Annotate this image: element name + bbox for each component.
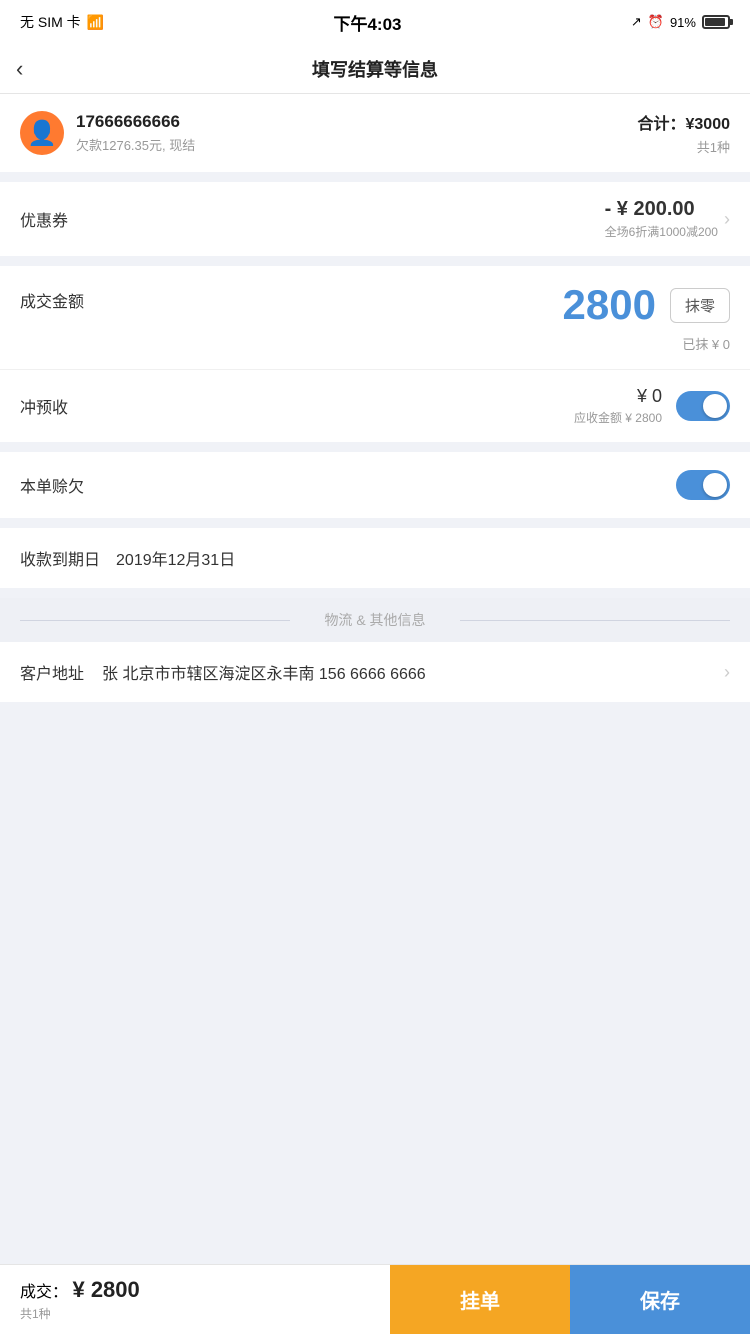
- bottom-deal-label-row: 成交： ¥ 2800: [20, 1277, 370, 1303]
- user-left: 👤 17666666666 欠款1276.35元, 现结: [20, 111, 195, 155]
- user-sub-text: 欠款1276.35元, 现结: [76, 135, 195, 154]
- divider-text: 物流 & 其他信息: [324, 610, 425, 630]
- due-date-label: 收款到期日: [20, 546, 100, 570]
- status-bar: 无 SIM 卡 📶 下午4:03 ↗ ⏰ 91%: [0, 0, 750, 44]
- no-sim-label: 无 SIM 卡: [20, 12, 81, 32]
- coupon-right: - ¥ 200.00 全场6折满1000减200 ›: [605, 198, 730, 240]
- deal-amount-label: 成交金额: [20, 284, 84, 312]
- wifi-icon: 📶: [87, 14, 104, 31]
- nav-bar: ‹ 填写结算等信息: [0, 44, 750, 94]
- address-value: 张 北京市市辖区海淀区永丰南 156 6666 6666: [102, 660, 712, 684]
- bottom-deal-count: 共1种: [20, 1305, 370, 1322]
- debit-toggle[interactable]: [676, 470, 730, 500]
- battery-fill: [705, 18, 725, 26]
- rush-amount: ¥ 0: [574, 386, 662, 407]
- address-row[interactable]: 客户地址 张 北京市市辖区海淀区永丰南 156 6666 6666 ›: [0, 642, 750, 702]
- coupon-desc: 全场6折满1000减200: [605, 223, 718, 240]
- battery-bar: [702, 15, 730, 29]
- location-icon: ↗: [631, 14, 642, 30]
- rush-pre-collect-row: 冲预收 ¥ 0 应收金额 ¥ 2800: [0, 369, 750, 442]
- coupon-amount: - ¥ 200.00: [605, 198, 718, 221]
- toggle-knob: [703, 394, 727, 418]
- bottom-deal-label: 成交：: [20, 1284, 68, 1301]
- user-info-card: 👤 17666666666 欠款1276.35元, 现结 合计：¥3000 共1…: [0, 94, 750, 172]
- debit-section: 本单赊欠: [0, 452, 750, 518]
- page-title: 填写结算等信息: [312, 56, 438, 82]
- back-button[interactable]: ‹: [16, 56, 23, 82]
- bottom-bar: 成交： ¥ 2800 共1种 挂单 保存: [0, 1264, 750, 1334]
- divider-line-left: [20, 620, 290, 621]
- deal-amount-sub: 已抹 ¥ 0: [0, 334, 750, 369]
- status-right: ↗ ⏰ 91%: [631, 14, 730, 30]
- total-count: 共1种: [638, 137, 731, 156]
- coupon-row[interactable]: 优惠券 - ¥ 200.00 全场6折满1000减200 ›: [0, 182, 750, 256]
- battery-percent: 91%: [670, 15, 696, 30]
- hold-button[interactable]: 挂单: [390, 1265, 570, 1334]
- rush-sub: 应收金额 ¥ 2800: [574, 409, 662, 426]
- deal-amount-row: 成交金额 2800 抹零: [0, 266, 750, 334]
- due-date-row: 收款到期日 2019年12月31日: [0, 528, 750, 588]
- clock-icon: ⏰: [648, 14, 664, 30]
- due-date-value: 2019年12月31日: [116, 546, 235, 570]
- section-divider: 物流 & 其他信息: [0, 598, 750, 642]
- user-right: 合计：¥3000 共1种: [638, 110, 731, 156]
- total-amount: 合计：¥3000: [638, 110, 731, 134]
- deal-amount-value: 2800: [563, 284, 656, 326]
- avatar-icon: 👤: [27, 119, 57, 148]
- deal-amount-section: 成交金额 2800 抹零 已抹 ¥ 0 冲预收 ¥ 0 应收金额 ¥ 2800: [0, 266, 750, 442]
- debit-label: 本单赊欠: [20, 473, 84, 497]
- address-label: 客户地址: [20, 660, 90, 684]
- battery-tip: [730, 19, 733, 25]
- rush-right: ¥ 0 应收金额 ¥ 2800: [574, 386, 730, 426]
- rush-toggle[interactable]: [676, 391, 730, 421]
- avatar: 👤: [20, 111, 64, 155]
- deal-amount-right: 2800 抹零: [563, 284, 730, 326]
- user-details: 17666666666 欠款1276.35元, 现结: [76, 112, 195, 154]
- status-time: 下午4:03: [333, 10, 401, 35]
- address-chevron-icon: ›: [724, 662, 730, 683]
- bottom-deal-amount: ¥ 2800: [72, 1277, 139, 1302]
- coupon-label: 优惠券: [20, 207, 68, 231]
- main-content: 👤 17666666666 欠款1276.35元, 现结 合计：¥3000 共1…: [0, 94, 750, 1264]
- save-button[interactable]: 保存: [570, 1265, 750, 1334]
- user-phone: 17666666666: [76, 112, 195, 132]
- rush-amount-block: ¥ 0 应收金额 ¥ 2800: [574, 386, 662, 426]
- divider-line-right: [460, 620, 730, 621]
- status-left: 无 SIM 卡 📶: [20, 12, 104, 32]
- coupon-chevron-icon: ›: [724, 209, 730, 230]
- erase-button[interactable]: 抹零: [670, 288, 730, 323]
- rush-label: 冲预收: [20, 394, 68, 418]
- debit-toggle-knob: [703, 473, 727, 497]
- bottom-summary: 成交： ¥ 2800 共1种: [0, 1277, 390, 1322]
